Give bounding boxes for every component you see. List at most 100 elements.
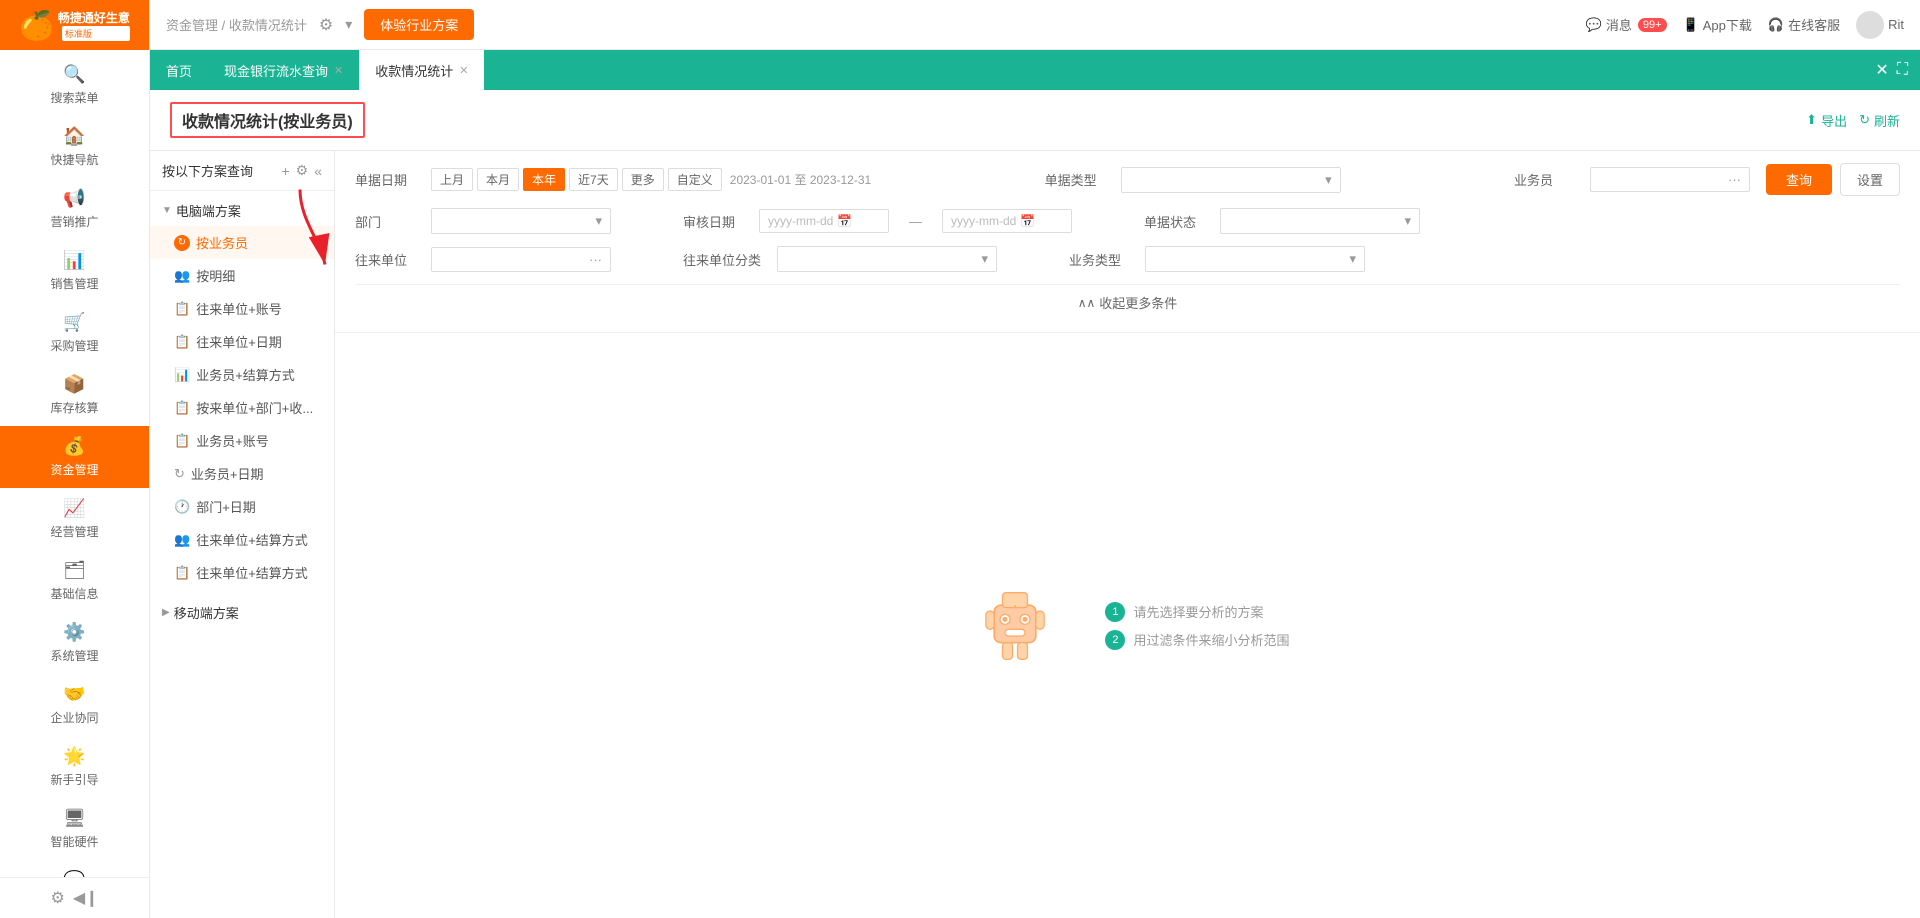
- sidebar-item-inventory[interactable]: 📦 库存核算: [0, 364, 149, 426]
- header-right: 💬 消息 99+ 📱 App下载 🎧 在线客服 Rit: [1586, 11, 1904, 39]
- tree-item-by-detail[interactable]: 👥 按明细: [150, 259, 334, 292]
- collapse-footer-icon[interactable]: ◀❙: [73, 888, 99, 908]
- tree-item-label: 按来单位+部门+收...: [196, 398, 313, 417]
- tree-item-dept-date[interactable]: 🕐 部门+日期: [150, 490, 334, 523]
- sidebar-item-basic-info[interactable]: 🗂 基础信息: [0, 550, 149, 612]
- chevron-down-cat-icon: ▾: [981, 251, 988, 267]
- partner-category-select[interactable]: ▾: [777, 246, 997, 272]
- business-type-select[interactable]: ▾: [1145, 246, 1365, 272]
- tree-parent-mobile-label: 移动端方案: [174, 603, 239, 622]
- export-button[interactable]: ⬆ 导出: [1806, 111, 1847, 130]
- sidebar-item-label: 资金管理: [50, 461, 98, 478]
- app-name: 畅捷通好生意: [58, 9, 130, 26]
- document-status-select[interactable]: ▾: [1220, 208, 1420, 234]
- tree-item-salesperson-account[interactable]: 📋 业务员+账号: [150, 424, 334, 457]
- tree-item-label: 往来单位+日期: [196, 332, 282, 351]
- hint-2-number: 2: [1105, 630, 1125, 650]
- message-item[interactable]: 💬 消息 99+: [1586, 15, 1667, 34]
- tab-expand-icon[interactable]: ⛶: [1897, 61, 1908, 79]
- sidebar-item-purchase[interactable]: 🛒 采购管理: [0, 302, 149, 364]
- document-type-select[interactable]: ▾: [1121, 167, 1341, 193]
- sidebar-item-hardware[interactable]: 🖥 智能硬件: [0, 798, 149, 860]
- settings-button[interactable]: 设置: [1840, 163, 1900, 196]
- chevron-down-biz-icon: ▾: [1349, 251, 1356, 267]
- refresh-button[interactable]: ↻ 刷新: [1859, 111, 1900, 130]
- left-panel-action-icons: + ⚙ «: [281, 162, 322, 179]
- tab-home[interactable]: 首页: [150, 61, 208, 80]
- user-avatar-item[interactable]: Rit: [1856, 11, 1904, 39]
- left-panel: 按以下方案查询 + ⚙ « ▼ 电脑端方案 ↻: [150, 151, 335, 918]
- tree-item-salesperson-settle[interactable]: 📊 业务员+结算方式: [150, 358, 334, 391]
- sidebar-item-search-menu[interactable]: 🔍 搜索菜单: [0, 54, 149, 116]
- salesperson-settle-icon: 📊: [174, 367, 190, 383]
- collapse-more-conditions[interactable]: ∧∧ 收起更多条件: [355, 285, 1900, 320]
- tree-item-partner-dept-collect[interactable]: 📋 按来单位+部门+收...: [150, 391, 334, 424]
- tree-item-partner-date[interactable]: 📋 往来单位+日期: [150, 325, 334, 358]
- tree-parent-pc[interactable]: ▼ 电脑端方案: [150, 195, 334, 226]
- purchase-icon: 🛒: [63, 312, 85, 333]
- sidebar-item-finance[interactable]: 💰 资金管理: [0, 426, 149, 488]
- sidebar-item-label: 搜索菜单: [50, 89, 98, 106]
- date-tab-last-month[interactable]: 上月: [431, 168, 473, 191]
- tree-item-partner-settle2[interactable]: 📋 往来单位+结算方式: [150, 556, 334, 589]
- tab-close-active-icon[interactable]: ✕: [459, 64, 468, 77]
- sidebar-item-wechat[interactable]: 💬 企业微信: [0, 860, 149, 877]
- tab-bar-right: ✕ ⛶: [1875, 60, 1920, 80]
- partner-more-icon[interactable]: ···: [589, 252, 602, 267]
- tab-collection-stat[interactable]: 收款情况统计 ✕: [359, 50, 484, 90]
- guide-icon: 🌟: [63, 746, 85, 767]
- search-menu-icon: 🔍: [63, 64, 85, 85]
- sidebar-item-label: 系统管理: [50, 647, 98, 664]
- header-dropdown-icon[interactable]: ▾: [345, 16, 352, 33]
- sidebar-item-quick-nav[interactable]: 🏠 快捷导航: [0, 116, 149, 178]
- salesperson-select[interactable]: ···: [1590, 167, 1750, 192]
- filter-row-dept: 部门 ▾ 审核日期 yyyy-mm-dd 📅 —: [355, 208, 1900, 234]
- header-gear-icon[interactable]: ⚙: [319, 15, 333, 35]
- review-date-to[interactable]: yyyy-mm-dd 📅: [942, 209, 1072, 233]
- partner-select[interactable]: ···: [431, 247, 611, 272]
- tab-bank-flow[interactable]: 现金银行流水查询 ✕: [208, 50, 359, 90]
- query-button[interactable]: 查询: [1766, 164, 1832, 195]
- inventory-icon: 📦: [63, 374, 85, 395]
- sidebar-item-system[interactable]: ⚙️ 系统管理: [0, 612, 149, 674]
- add-scheme-icon[interactable]: +: [281, 163, 289, 179]
- date-tab-custom[interactable]: 自定义: [668, 168, 722, 191]
- sidebar-item-marketing[interactable]: 📢 营销推广: [0, 178, 149, 240]
- filter-row-date: 单据日期 上月 本月 本年 近7天 更多 自定义 2023-01-01 至 20…: [355, 163, 1900, 196]
- sidebar-item-label: 经营管理: [50, 523, 98, 540]
- quick-nav-icon: 🏠: [63, 126, 85, 147]
- sidebar-item-sales[interactable]: 📊 销售管理: [0, 240, 149, 302]
- review-date-from[interactable]: yyyy-mm-dd 📅: [759, 209, 889, 233]
- hint-2-text: 用过滤条件来缩小分析范围: [1133, 630, 1289, 649]
- trial-button[interactable]: 体验行业方案: [364, 9, 474, 40]
- partner-category-label: 往来单位分类: [683, 250, 761, 269]
- tree-item-label: 往来单位+账号: [196, 299, 282, 318]
- collapse-label: 收起更多条件: [1099, 293, 1177, 312]
- tree-item-salesperson-date[interactable]: ↻ 业务员+日期: [150, 457, 334, 490]
- collapse-panel-icon[interactable]: «: [314, 163, 322, 179]
- sales-icon: 📊: [63, 250, 85, 271]
- tree-item-partner-settle1[interactable]: 👥 往来单位+结算方式: [150, 523, 334, 556]
- app-logo: 🍊 畅捷通好生意 标准版: [0, 0, 149, 50]
- settings-scheme-icon[interactable]: ⚙: [296, 162, 309, 179]
- tree-item-label: 按明细: [196, 266, 235, 285]
- tab-close-window-icon[interactable]: ✕: [1875, 60, 1888, 80]
- settings-footer-icon[interactable]: ⚙: [50, 888, 64, 908]
- online-service-item[interactable]: 🎧 在线客服: [1768, 15, 1840, 34]
- sidebar-item-enterprise[interactable]: 🤝 企业协同: [0, 674, 149, 736]
- tree-item-partner-account[interactable]: 📋 往来单位+账号: [150, 292, 334, 325]
- sidebar-item-operations[interactable]: 📈 经营管理: [0, 488, 149, 550]
- app-download-item[interactable]: 📱 App下载: [1683, 15, 1752, 34]
- refresh-icon: ↻: [1859, 112, 1870, 128]
- page-content: 收款情况统计(按业务员) ⬆ 导出 ↻ 刷新: [150, 90, 1920, 918]
- tab-close-icon[interactable]: ✕: [334, 64, 343, 77]
- department-select[interactable]: ▾: [431, 208, 611, 234]
- hint-1-number: 1: [1105, 602, 1125, 622]
- tree-parent-mobile[interactable]: ▶ 移动端方案: [150, 597, 334, 628]
- date-tab-more[interactable]: 更多: [622, 168, 664, 191]
- sidebar-item-guide[interactable]: 🌟 新手引导: [0, 736, 149, 798]
- tree-item-by-salesperson[interactable]: ↻ 按业务员: [150, 226, 334, 259]
- date-tab-this-month[interactable]: 本月: [477, 168, 519, 191]
- date-tab-this-year[interactable]: 本年: [523, 168, 565, 191]
- date-tab-last7[interactable]: 近7天: [569, 168, 618, 191]
